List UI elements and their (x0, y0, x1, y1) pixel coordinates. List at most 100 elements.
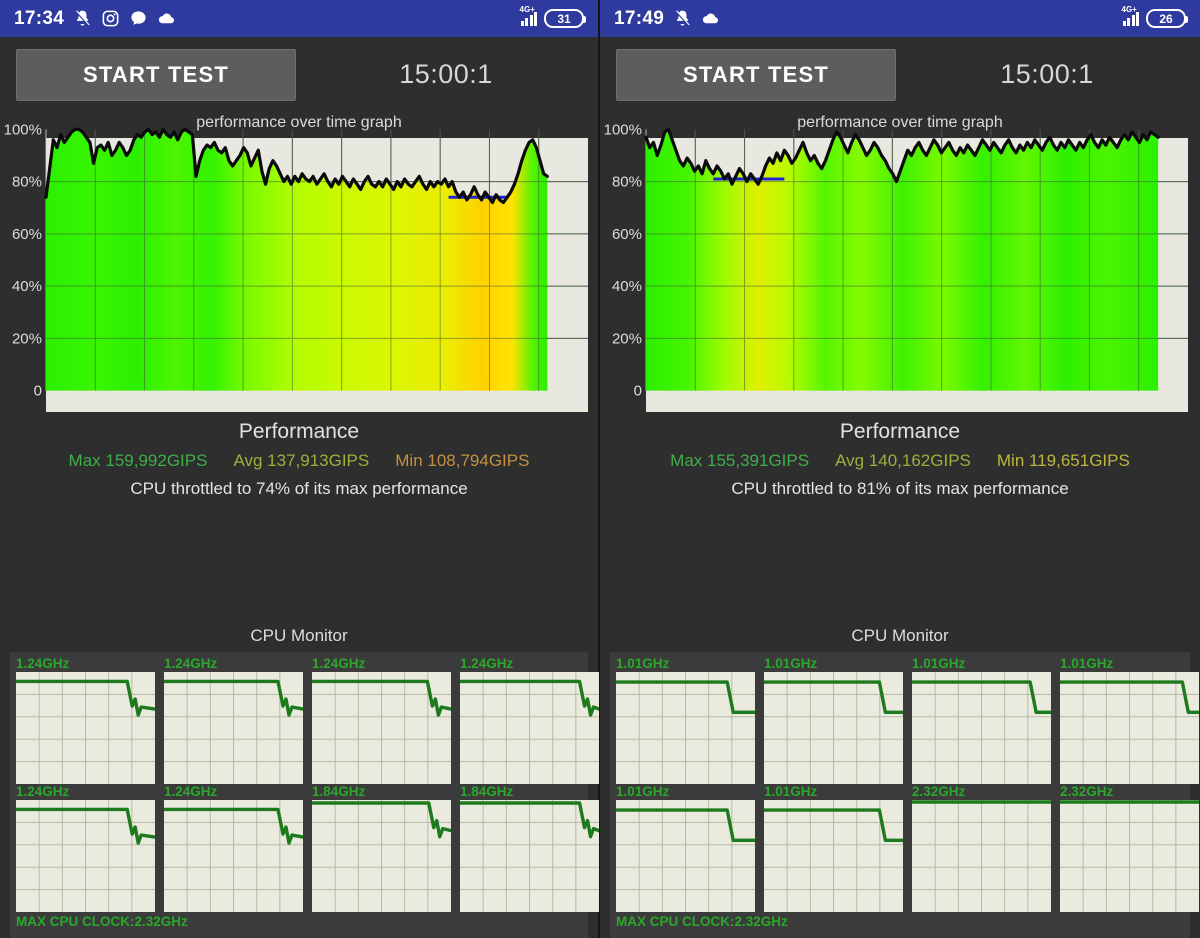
cpu-core-plot (1060, 800, 1199, 912)
chart-ytick-label: 80% (612, 174, 642, 191)
performance-chart-left: performance over time graph (0, 112, 598, 412)
performance-summary: Performance Max 155,391GIPS Avg 140,162G… (600, 412, 1200, 499)
cpu-core-grid: 1.01GHz1.01GHz1.01GHz1.01GHz1.01GHz1.01G… (616, 656, 1184, 912)
cpu-core-frequency: 2.32GHz (912, 784, 1051, 800)
cpu-core-plot (164, 800, 303, 912)
start-test-button[interactable]: START TEST (616, 49, 896, 101)
performance-max: Max 159,992GIPS (69, 451, 208, 471)
cpu-core-row: 1.24GHz1.24GHz1.24GHz1.24GHz (16, 656, 582, 784)
performance-heading: Performance (0, 420, 598, 444)
cpu-core-frequency: 2.32GHz (1060, 784, 1199, 800)
cpu-core-plot (616, 672, 755, 784)
status-clock: 17:49 (614, 8, 664, 30)
status-bar-left: 17:34 (14, 8, 176, 30)
cpu-core-frequency: 1.24GHz (164, 784, 303, 800)
status-bar-right: 4G+ 26 (1123, 9, 1187, 28)
battery-percent: 31 (557, 12, 570, 26)
cpu-core-row: 1.01GHz1.01GHz1.01GHz1.01GHz (616, 656, 1184, 784)
app-toolbar: START TEST 15:00:1 (0, 37, 598, 112)
cpu-core-frequency: 1.01GHz (1060, 656, 1199, 672)
battery-indicator: 31 (544, 9, 584, 28)
cpu-core-plot (764, 800, 903, 912)
max-cpu-clock-label: MAX CPU CLOCK:2.32GHz (616, 912, 1184, 929)
cpu-core-plot (16, 800, 155, 912)
performance-metrics-row: Max 159,992GIPS Avg 137,913GIPS Min 108,… (0, 451, 598, 471)
cpu-core-frequency: 1.24GHz (164, 656, 303, 672)
phone-screen-right: 17:49 4G+ 26 START TEST 15:00:1 (600, 0, 1200, 938)
cpu-core-cell: 1.01GHz (912, 656, 1051, 784)
cpu-monitor-section: CPU Monitor 1.01GHz 1.01GHz 1.01GHz 1.01GHz… (600, 626, 1200, 938)
chat-bubble-icon (129, 9, 148, 28)
status-clock: 17:34 (14, 8, 64, 30)
dual-screenshot-comparison: 17:34 4G+ 31 (0, 0, 1200, 938)
cpu-monitor-heading: CPU Monitor (0, 626, 598, 652)
performance-min: Min 108,794GIPS (395, 451, 529, 471)
cpu-core-plot (164, 672, 303, 784)
cpu-core-frequency: 1.01GHz (616, 656, 755, 672)
chart-canvas: 100%80%60%40%20%0 time(interval 2min) (0, 112, 600, 412)
cpu-core-cell: 2.32GHz (1060, 784, 1199, 912)
cpu-monitor-box: 1.24GHz1.24GHz1.24GHz1.24GHz1.24GHz1.24G… (10, 652, 588, 938)
cpu-core-frequency: 1.24GHz (16, 656, 155, 672)
cpu-core-cell: 1.24GHz (312, 656, 451, 784)
cpu-core-cell: 1.24GHz (164, 656, 303, 784)
battery-percent: 26 (1159, 12, 1172, 26)
cpu-core-frequency: 1.01GHz (616, 784, 755, 800)
cloud-icon (157, 9, 176, 28)
bell-off-icon (73, 9, 92, 28)
signal-strength-icon: 4G+ (521, 11, 538, 26)
chart-ytick-label: 60% (612, 226, 642, 243)
performance-chart-right: performance over time graph (600, 112, 1200, 412)
cpu-core-frequency: 1.01GHz (912, 656, 1051, 672)
chart-ytick-label: 80% (12, 174, 42, 191)
chart-title: performance over time graph (0, 114, 598, 132)
chart-ytick-label: 60% (12, 226, 42, 243)
cpu-core-cell: 1.01GHz (616, 784, 755, 912)
chart-ytick-label: 20% (612, 330, 642, 347)
cpu-core-plot (912, 800, 1051, 912)
cpu-monitor-heading: CPU Monitor (600, 626, 1200, 652)
performance-max: Max 155,391GIPS (670, 451, 809, 471)
cpu-core-row: 1.01GHz1.01GHz2.32GHz2.32GHz (616, 784, 1184, 912)
chart-ytick-label: 0 (34, 383, 42, 400)
max-cpu-clock-label: MAX CPU CLOCK:2.32GHz (16, 912, 582, 929)
status-bar-right: 4G+ 31 (521, 9, 585, 28)
cpu-core-cell: 1.84GHz (312, 784, 451, 912)
cpu-core-frequency: 1.84GHz (460, 784, 599, 800)
cpu-core-cell: 1.24GHz (16, 784, 155, 912)
cpu-core-cell: 1.84GHz (460, 784, 599, 912)
cpu-core-cell: 1.01GHz (616, 656, 755, 784)
cpu-core-cell: 1.01GHz (764, 656, 903, 784)
cpu-core-plot (312, 672, 451, 784)
test-timer: 15:00:1 (910, 59, 1184, 90)
cpu-core-cell: 1.24GHz (460, 656, 599, 784)
cpu-core-cell: 1.01GHz (764, 784, 903, 912)
cpu-core-frequency: 1.01GHz (764, 656, 903, 672)
throttle-message: CPU throttled to 74% of its max performa… (0, 479, 598, 499)
signal-strength-icon: 4G+ (1123, 11, 1140, 26)
cpu-core-cell: 2.32GHz (912, 784, 1051, 912)
cpu-core-plot (1060, 672, 1199, 784)
performance-heading: Performance (600, 420, 1200, 444)
cpu-core-plot (16, 672, 155, 784)
cpu-core-plot (616, 800, 755, 912)
cpu-core-grid: 1.24GHz1.24GHz1.24GHz1.24GHz1.24GHz1.24G… (16, 656, 582, 912)
phone-screen-left: 17:34 4G+ 31 (0, 0, 600, 938)
cpu-core-cell: 1.24GHz (16, 656, 155, 784)
network-type-label: 4G+ (1122, 6, 1137, 14)
start-test-button[interactable]: START TEST (16, 49, 296, 101)
cpu-core-plot (460, 672, 599, 784)
cpu-core-plot (312, 800, 451, 912)
chart-ytick-label: 40% (12, 278, 42, 295)
app-toolbar: START TEST 15:00:1 (600, 37, 1200, 112)
test-timer: 15:00:1 (310, 59, 582, 90)
performance-avg: Avg 140,162GIPS (835, 451, 971, 471)
performance-metrics-row: Max 155,391GIPS Avg 140,162GIPS Min 119,… (600, 451, 1200, 471)
network-type-label: 4G+ (520, 6, 535, 14)
cpu-core-cell: 1.24GHz (164, 784, 303, 912)
performance-avg: Avg 137,913GIPS (233, 451, 369, 471)
cloud-icon (701, 9, 720, 28)
throttle-message: CPU throttled to 81% of its max performa… (600, 479, 1200, 499)
cpu-core-frequency: 1.24GHz (16, 784, 155, 800)
cpu-core-cell: 1.01GHz (1060, 656, 1199, 784)
